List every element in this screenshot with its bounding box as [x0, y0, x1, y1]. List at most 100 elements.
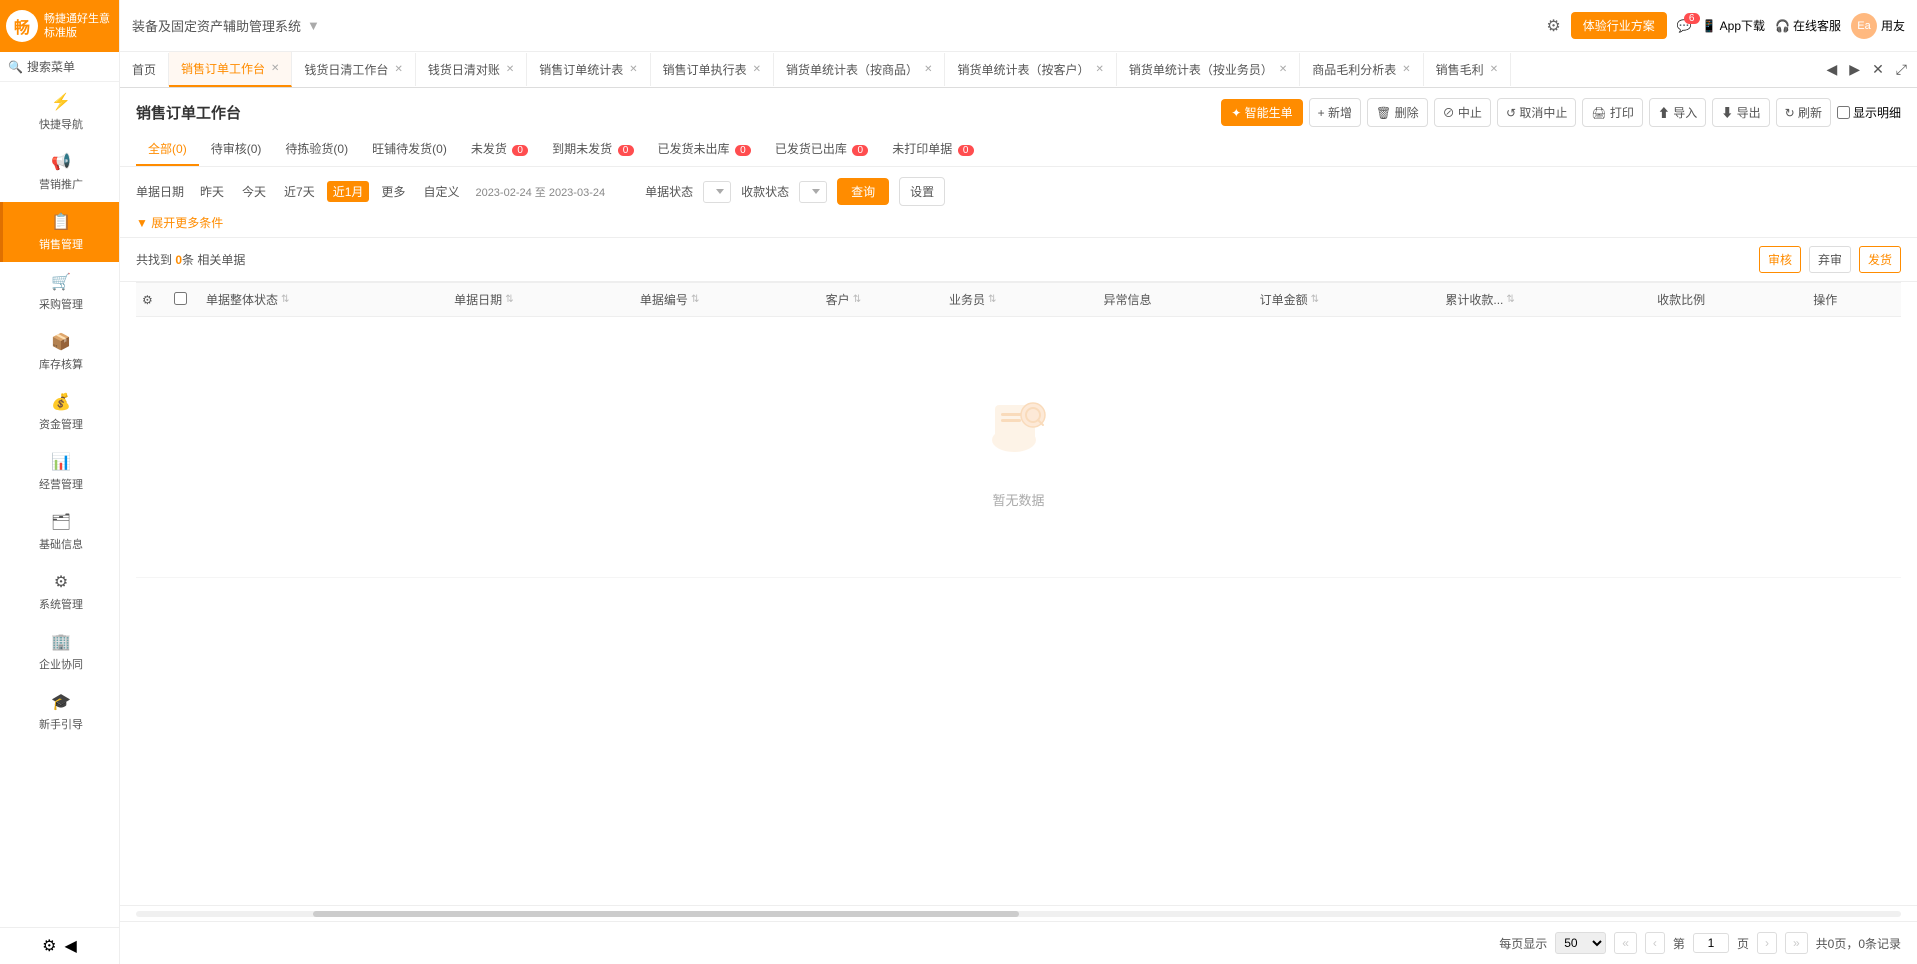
sidebar-item-system[interactable]: ⚙ 系统管理: [0, 562, 119, 622]
subtab-wangpu[interactable]: 旺铺待发货(0): [360, 133, 459, 166]
tab-close-sales-exec[interactable]: ✕: [753, 64, 761, 75]
tab-sales-exec[interactable]: 销售订单执行表 ✕: [651, 53, 774, 86]
last-page-btn[interactable]: »: [1785, 932, 1808, 954]
page-size-select[interactable]: 10 20 50 100: [1555, 932, 1606, 954]
sidebar-item-purchase[interactable]: 🛒 采购管理: [0, 262, 119, 322]
smart-gen-btn[interactable]: ✦ 智能生单: [1221, 99, 1302, 126]
subtab-pending-review[interactable]: 待审核(0): [199, 133, 274, 166]
app-download[interactable]: 📱 App下载: [1702, 17, 1765, 34]
tab-sales-stat[interactable]: 销售订单统计表 ✕: [527, 53, 650, 86]
show-detail-label[interactable]: 显示明细: [1837, 104, 1901, 121]
tab-close-sales-stat[interactable]: ✕: [629, 64, 637, 75]
settings-icon[interactable]: ⚙: [42, 936, 56, 956]
tab-sales-profit[interactable]: 销售毛利 ✕: [1424, 53, 1511, 86]
sort-received[interactable]: ⇅: [1506, 294, 1514, 305]
export-btn[interactable]: ⬇ 导出: [1712, 98, 1769, 127]
review-btn[interactable]: 审核: [1759, 246, 1801, 273]
tab-close-sales-profit[interactable]: ✕: [1490, 64, 1498, 75]
tab-maximize[interactable]: ⤢: [1892, 59, 1911, 80]
topbar-dropdown-icon[interactable]: ▼: [307, 18, 320, 33]
online-service[interactable]: 🎧 在线客服: [1775, 17, 1841, 34]
col-check[interactable]: [168, 283, 200, 317]
sidebar-item-inventory[interactable]: 📦 库存核算: [0, 322, 119, 382]
industry-btn[interactable]: 体验行业方案: [1571, 12, 1667, 39]
subtab-unprinted[interactable]: 未打印单据 0: [880, 133, 985, 166]
tab-close-report-product[interactable]: ✕: [924, 64, 932, 75]
date-opt-yesterday[interactable]: 昨天: [194, 181, 230, 202]
sort-date[interactable]: ⇅: [505, 294, 513, 305]
settings-filter-btn[interactable]: 设置: [899, 177, 945, 206]
tab-close-all[interactable]: ✕: [1868, 59, 1888, 80]
sidebar-item-enterprise[interactable]: 🏢 企业协同: [0, 622, 119, 682]
status-filter-select[interactable]: [703, 181, 731, 203]
tab-close-cash-reconcile[interactable]: ✕: [506, 64, 514, 75]
tab-gross-margin[interactable]: 商品毛利分析表 ✕: [1300, 53, 1423, 86]
add-btn[interactable]: + 新增: [1309, 98, 1361, 127]
page-number-input[interactable]: [1693, 933, 1729, 953]
topbar-settings-icon[interactable]: ⚙: [1546, 16, 1560, 36]
sort-customer[interactable]: ⇅: [853, 294, 861, 305]
sort-amount[interactable]: ⇅: [1311, 294, 1319, 305]
sort-number[interactable]: ⇅: [691, 294, 699, 305]
sidebar-search[interactable]: 🔍 搜索菜单: [0, 52, 119, 82]
sidebar-item-marketing[interactable]: 📢 营销推广: [0, 142, 119, 202]
scroll-thumb[interactable]: [313, 911, 1019, 917]
date-opt-today[interactable]: 今天: [236, 181, 272, 202]
tab-close-report-staff[interactable]: ✕: [1279, 64, 1287, 75]
sidebar-item-quick-nav[interactable]: ⚡ 快捷导航: [0, 82, 119, 142]
col-setting[interactable]: ⚙: [136, 283, 168, 317]
tab-sales-report-staff[interactable]: 销货单统计表（按业务员） ✕: [1117, 53, 1300, 86]
tab-sales-report-customer[interactable]: 销货单统计表（按客户） ✕: [945, 53, 1116, 86]
expand-more-btn[interactable]: ▼ 展开更多条件: [136, 214, 223, 231]
payment-filter-select[interactable]: [799, 181, 827, 203]
collapse-icon[interactable]: ◀: [65, 936, 77, 956]
sort-status[interactable]: ⇅: [281, 294, 289, 305]
sidebar-item-sales[interactable]: 📋 销售管理: [0, 202, 119, 262]
next-page-btn[interactable]: ›: [1757, 932, 1777, 954]
tab-cash-reconcile[interactable]: 钱货日清对账 ✕: [416, 53, 527, 86]
date-opt-custom[interactable]: 自定义: [417, 181, 465, 202]
date-opt-more[interactable]: 更多: [375, 181, 411, 202]
tab-next[interactable]: ▶: [1845, 59, 1864, 80]
subtab-unshipped[interactable]: 未发货 0: [459, 133, 540, 166]
scroll-track[interactable]: [136, 911, 1901, 917]
tab-home[interactable]: 首页: [120, 53, 169, 86]
date-opt-7days[interactable]: 近7天: [278, 181, 321, 202]
delete-btn[interactable]: 🗑 删除: [1367, 98, 1428, 127]
refresh-btn[interactable]: ↻ 刷新: [1776, 98, 1831, 127]
sidebar-item-finance[interactable]: 💰 资金管理: [0, 382, 119, 442]
import-btn[interactable]: ⬆ 导入: [1649, 98, 1706, 127]
select-all-checkbox[interactable]: [174, 292, 187, 305]
tab-close-gross-margin[interactable]: ✕: [1402, 64, 1410, 75]
quick-nav-icon: ⚡: [51, 92, 71, 112]
subtab-shipped-not-warehoused[interactable]: 已发货未出库 0: [646, 133, 763, 166]
first-page-btn[interactable]: «: [1614, 932, 1637, 954]
message-badge[interactable]: 💬 6: [1677, 19, 1692, 33]
col-received: 累计收款...⇅: [1439, 283, 1651, 317]
sidebar-item-operations[interactable]: 📊 经营管理: [0, 442, 119, 502]
sidebar-item-newbie[interactable]: 🎓 新手引导: [0, 682, 119, 742]
subtab-all[interactable]: 全部(0): [136, 133, 199, 166]
query-btn[interactable]: 查询: [837, 178, 889, 205]
ship-btn[interactable]: 发货: [1859, 246, 1901, 273]
subtab-shipped-out[interactable]: 已发货已出库 0: [763, 133, 880, 166]
tab-sales-report-product[interactable]: 销货单统计表（按商品） ✕: [774, 53, 945, 86]
cancel-stop-btn[interactable]: ↺ 取消中止: [1497, 98, 1576, 127]
sidebar-item-basic[interactable]: 🗂 基础信息: [0, 502, 119, 562]
tab-prev[interactable]: ◀: [1823, 59, 1842, 80]
show-detail-checkbox[interactable]: [1837, 106, 1850, 119]
print-btn[interactable]: 🖨 打印: [1582, 98, 1643, 127]
subtab-pending-check[interactable]: 待拣验货(0): [273, 133, 360, 166]
tab-close-cash-daily[interactable]: ✕: [394, 64, 402, 75]
date-opt-1month[interactable]: 近1月: [327, 181, 370, 202]
tab-sales-workbench[interactable]: 销售订单工作台 ✕: [169, 52, 292, 87]
sort-staff[interactable]: ⇅: [988, 294, 996, 305]
tab-cash-daily[interactable]: 钱货日清工作台 ✕: [292, 53, 415, 86]
user-menu[interactable]: Ea 用友: [1851, 13, 1905, 39]
cancel-review-btn[interactable]: 弃审: [1809, 246, 1851, 273]
tab-close-report-customer[interactable]: ✕: [1095, 64, 1103, 75]
subtab-overdue-unshipped[interactable]: 到期未发货 0: [540, 133, 645, 166]
prev-page-btn[interactable]: ‹: [1645, 932, 1665, 954]
stop-btn[interactable]: ⊘ 中止: [1434, 98, 1491, 127]
tab-close-sales-workbench[interactable]: ✕: [271, 63, 279, 74]
